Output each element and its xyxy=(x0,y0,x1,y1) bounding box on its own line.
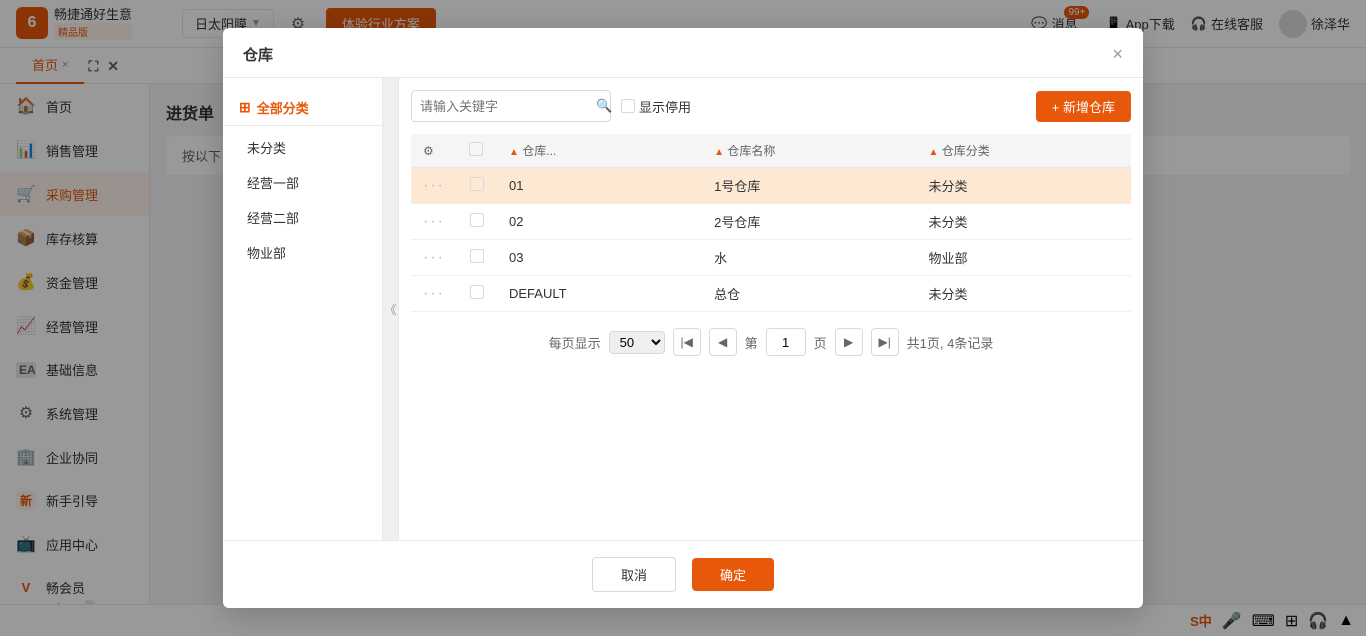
td-checkbox xyxy=(457,276,497,312)
table-row[interactable]: ··· 01 1号仓库 未分类 xyxy=(411,168,1131,204)
row-checkbox-2[interactable] xyxy=(470,249,484,263)
td-actions: ··· xyxy=(411,276,457,312)
category-header[interactable]: ⊞ 全部分类 xyxy=(223,90,382,126)
category-section: ⊞ 全部分类 未分类 经营一部 经营二部 物业部 《 xyxy=(223,78,399,540)
sort-icon-category: ▲ xyxy=(929,147,939,158)
total-info: 共1页, 4条记录 xyxy=(907,333,994,352)
table-panel: 🔍 显示停用 + 新增仓库 ⚙ ▲ xyxy=(399,78,1143,540)
td-actions: ··· xyxy=(411,240,457,276)
td-checkbox xyxy=(457,204,497,240)
next-page-btn[interactable]: ▶ xyxy=(835,328,863,356)
td-checkbox xyxy=(457,240,497,276)
table-header-row: ⚙ ▲ 仓库... ▲ 仓库名称 ▲ xyxy=(411,134,1131,168)
row-more-icon[interactable]: ··· xyxy=(423,249,445,266)
category-item-2[interactable]: 经营二部 xyxy=(223,200,382,235)
td-category: 物业部 xyxy=(917,240,1131,276)
th-category: ▲ 仓库分类 xyxy=(917,134,1131,168)
td-checkbox xyxy=(457,168,497,204)
th-checkbox xyxy=(457,134,497,168)
search-input-wrap: 🔍 xyxy=(411,90,611,122)
modal-body: ⊞ 全部分类 未分类 经营一部 经营二部 物业部 《 xyxy=(223,78,1143,540)
modal-title: 仓库 xyxy=(243,44,273,65)
row-more-icon[interactable]: ··· xyxy=(423,177,445,194)
row-checkbox-1[interactable] xyxy=(470,213,484,227)
category-all-label: 全部分类 xyxy=(257,98,309,117)
td-actions: ··· xyxy=(411,168,457,204)
td-category: 未分类 xyxy=(917,204,1131,240)
warehouse-modal: 仓库 × ⊞ 全部分类 未分类 经营一部 经营二部 物业 xyxy=(223,28,1143,608)
th-code: ▲ 仓库... xyxy=(497,134,702,168)
per-page-label: 每页显示 xyxy=(549,333,601,352)
td-category: 未分类 xyxy=(917,276,1131,312)
first-page-btn[interactable]: |◀ xyxy=(673,328,701,356)
td-name: 2号仓库 xyxy=(702,204,916,240)
modal-footer: 取消 确定 xyxy=(223,540,1143,608)
row-checkbox-3[interactable] xyxy=(470,285,484,299)
add-warehouse-button[interactable]: + 新增仓库 xyxy=(1036,91,1131,122)
td-code: 01 xyxy=(497,168,702,204)
category-item-1[interactable]: 经营一部 xyxy=(223,165,382,200)
row-more-icon[interactable]: ··· xyxy=(423,285,445,302)
td-category: 未分类 xyxy=(917,168,1131,204)
confirm-button[interactable]: 确定 xyxy=(692,558,774,591)
sort-icon-code: ▲ xyxy=(509,147,519,158)
td-code: DEFAULT xyxy=(497,276,702,312)
page-unit: 页 xyxy=(814,333,827,352)
td-actions: ··· xyxy=(411,204,457,240)
row-checkbox-0[interactable] xyxy=(470,177,484,191)
category-panel: ⊞ 全部分类 未分类 经营一部 经营二部 物业部 xyxy=(223,78,383,540)
warehouse-table: ⚙ ▲ 仓库... ▲ 仓库名称 ▲ xyxy=(411,134,1131,312)
td-name: 1号仓库 xyxy=(702,168,916,204)
grid-icon: ⊞ xyxy=(239,99,251,116)
td-name: 总仓 xyxy=(702,276,916,312)
table-body: ··· 01 1号仓库 未分类 ··· 02 2号仓库 未分类 ··· 03 水… xyxy=(411,168,1131,312)
cancel-button[interactable]: 取消 xyxy=(592,557,676,592)
td-name: 水 xyxy=(702,240,916,276)
prev-page-btn[interactable]: ◀ xyxy=(709,328,737,356)
per-page-select[interactable]: 50 100 200 xyxy=(609,331,665,354)
search-input[interactable] xyxy=(420,99,596,114)
th-settings: ⚙ xyxy=(411,134,457,168)
pagination: 每页显示 50 100 200 |◀ ◀ 第 页 ▶ ▶| 共1页, 4条记录 xyxy=(411,312,1131,364)
category-collapse-button[interactable]: 《 xyxy=(383,78,399,540)
table-row[interactable]: ··· 02 2号仓库 未分类 xyxy=(411,204,1131,240)
last-page-btn[interactable]: ▶| xyxy=(871,328,899,356)
page-input[interactable] xyxy=(766,328,806,356)
table-toolbar: 🔍 显示停用 + 新增仓库 xyxy=(411,90,1131,122)
category-item-3[interactable]: 物业部 xyxy=(223,235,382,270)
th-name: ▲ 仓库名称 xyxy=(702,134,916,168)
modal-header: 仓库 × xyxy=(223,28,1143,78)
disabled-checkbox[interactable] xyxy=(621,99,635,113)
td-code: 02 xyxy=(497,204,702,240)
search-icon[interactable]: 🔍 xyxy=(596,98,612,114)
td-code: 03 xyxy=(497,240,702,276)
table-row[interactable]: ··· 03 水 物业部 xyxy=(411,240,1131,276)
modal-close-button[interactable]: × xyxy=(1112,44,1123,65)
sort-icon-name: ▲ xyxy=(714,147,724,158)
row-more-icon[interactable]: ··· xyxy=(423,213,445,230)
show-disabled-checkbox[interactable]: 显示停用 xyxy=(621,97,691,116)
page-label: 第 xyxy=(745,333,758,352)
category-item-0[interactable]: 未分类 xyxy=(223,130,382,165)
header-checkbox[interactable] xyxy=(469,142,483,156)
table-row[interactable]: ··· DEFAULT 总仓 未分类 xyxy=(411,276,1131,312)
show-disabled-label: 显示停用 xyxy=(639,97,691,116)
